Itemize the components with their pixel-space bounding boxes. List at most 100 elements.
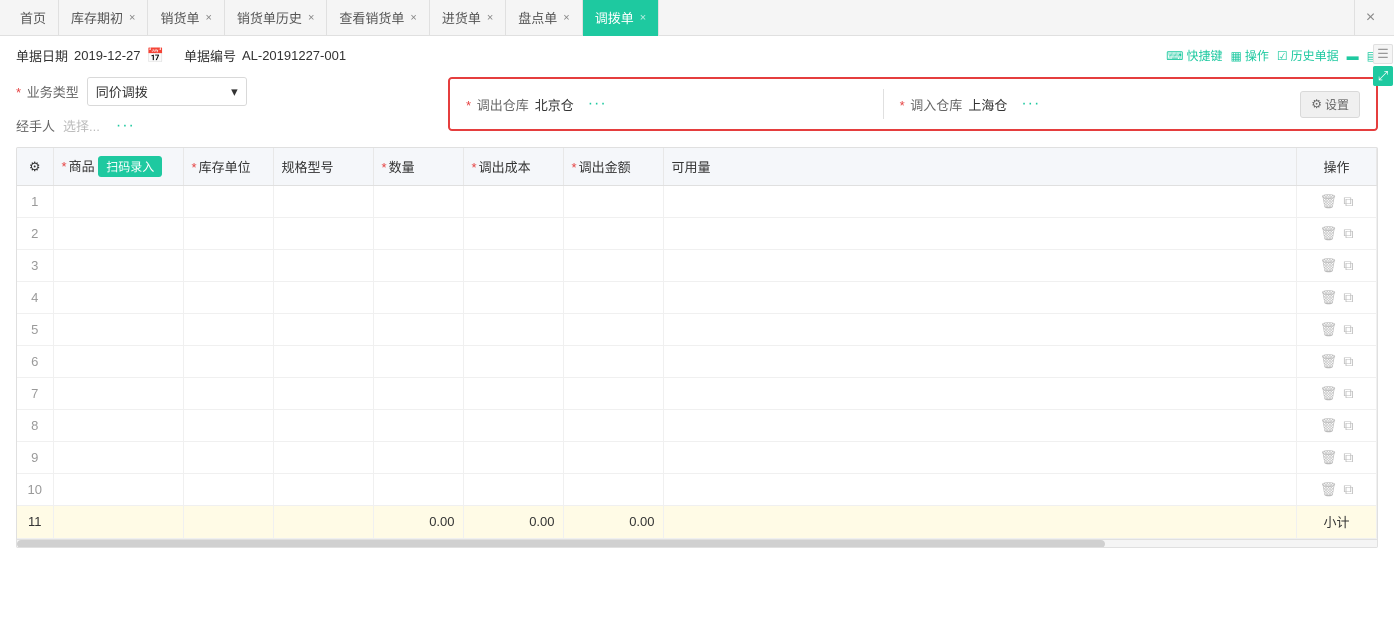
product-cell[interactable] <box>53 410 183 442</box>
spec-cell[interactable] <box>273 218 373 250</box>
available-cell[interactable] <box>663 218 1297 250</box>
person-input[interactable]: 选择... <box>63 116 100 135</box>
close-icon[interactable]: × <box>308 12 314 24</box>
close-icon[interactable]: × <box>487 12 493 24</box>
cost-cell[interactable] <box>463 250 563 282</box>
product-cell[interactable] <box>53 474 183 506</box>
layout-button-1[interactable]: ▬ <box>1347 49 1359 63</box>
amount-cell[interactable] <box>563 218 663 250</box>
qty-cell[interactable] <box>373 442 463 474</box>
window-close-button[interactable]: × <box>1354 0 1386 36</box>
tab-inventory-init[interactable]: 库存期初 × <box>59 0 148 36</box>
delete-icon[interactable]: 🗑 <box>1320 417 1338 434</box>
warehouse-out-more-icon[interactable]: ··· <box>588 95 607 113</box>
copy-icon[interactable]: ⧉ <box>1343 257 1353 274</box>
copy-icon[interactable]: ⧉ <box>1343 193 1353 210</box>
amount-cell[interactable] <box>563 410 663 442</box>
close-icon[interactable]: × <box>563 12 569 24</box>
gear-column-header[interactable]: ⚙ <box>17 148 53 186</box>
cost-cell[interactable] <box>463 218 563 250</box>
cost-cell[interactable] <box>463 186 563 218</box>
copy-icon[interactable]: ⧉ <box>1343 225 1353 242</box>
available-cell[interactable] <box>663 282 1297 314</box>
unit-cell[interactable] <box>183 378 273 410</box>
copy-icon[interactable]: ⧉ <box>1343 353 1353 370</box>
spec-cell[interactable] <box>273 282 373 314</box>
spec-cell[interactable] <box>273 186 373 218</box>
close-icon[interactable]: × <box>640 12 646 24</box>
close-icon[interactable]: × <box>129 12 135 24</box>
spec-cell[interactable] <box>273 346 373 378</box>
close-icon[interactable]: × <box>205 12 211 24</box>
amount-cell[interactable] <box>563 474 663 506</box>
shortcuts-button[interactable]: ⌨ 快捷键 <box>1166 47 1222 64</box>
cost-cell[interactable] <box>463 442 563 474</box>
settings-button[interactable]: ⚙ 设置 <box>1300 91 1360 118</box>
copy-icon[interactable]: ⧉ <box>1343 321 1353 338</box>
tab-view-sales[interactable]: 查看销货单 × <box>327 0 429 36</box>
unit-cell[interactable] <box>183 410 273 442</box>
delete-icon[interactable]: 🗑 <box>1320 321 1338 338</box>
copy-icon[interactable]: ⧉ <box>1343 417 1353 434</box>
delete-icon[interactable]: 🗑 <box>1320 353 1338 370</box>
cost-cell[interactable] <box>463 314 563 346</box>
qty-cell[interactable] <box>373 474 463 506</box>
amount-cell[interactable] <box>563 314 663 346</box>
delete-icon[interactable]: 🗑 <box>1320 257 1338 274</box>
product-cell[interactable] <box>53 314 183 346</box>
unit-cell[interactable] <box>183 346 273 378</box>
available-cell[interactable] <box>663 378 1297 410</box>
tab-sales-history[interactable]: 销货单历史 × <box>225 0 327 36</box>
spec-cell[interactable] <box>273 442 373 474</box>
delete-icon[interactable]: 🗑 <box>1320 481 1338 498</box>
person-more-icon[interactable]: ··· <box>116 117 135 135</box>
qty-cell[interactable] <box>373 282 463 314</box>
delete-icon[interactable]: 🗑 <box>1320 449 1338 466</box>
tab-inventory-check[interactable]: 盘点单 × <box>506 0 582 36</box>
sidebar-expand-icon[interactable]: ⤢ <box>1373 66 1393 86</box>
qty-cell[interactable] <box>373 218 463 250</box>
delete-icon[interactable]: 🗑 <box>1320 289 1338 306</box>
cost-cell[interactable] <box>463 474 563 506</box>
tab-sales-order[interactable]: 销货单 × <box>148 0 224 36</box>
product-cell[interactable] <box>53 218 183 250</box>
available-cell[interactable] <box>663 314 1297 346</box>
qty-cell[interactable] <box>373 314 463 346</box>
product-cell[interactable] <box>53 250 183 282</box>
available-cell[interactable] <box>663 346 1297 378</box>
unit-cell[interactable] <box>183 250 273 282</box>
product-cell[interactable] <box>53 282 183 314</box>
scan-button[interactable]: 扫码录入 <box>98 156 162 177</box>
spec-cell[interactable] <box>273 474 373 506</box>
cost-cell[interactable] <box>463 282 563 314</box>
qty-cell[interactable] <box>373 378 463 410</box>
amount-cell[interactable] <box>563 282 663 314</box>
product-cell[interactable] <box>53 346 183 378</box>
qty-cell[interactable] <box>373 250 463 282</box>
amount-cell[interactable] <box>563 186 663 218</box>
copy-icon[interactable]: ⧉ <box>1343 481 1353 498</box>
available-cell[interactable] <box>663 250 1297 282</box>
qty-cell[interactable] <box>373 186 463 218</box>
scroll-thumb[interactable] <box>17 540 1105 548</box>
copy-icon[interactable]: ⧉ <box>1343 385 1353 402</box>
qty-cell[interactable] <box>373 346 463 378</box>
unit-cell[interactable] <box>183 474 273 506</box>
calendar-icon[interactable]: 📅 <box>147 47 164 64</box>
unit-cell[interactable] <box>183 186 273 218</box>
amount-cell[interactable] <box>563 346 663 378</box>
amount-cell[interactable] <box>563 442 663 474</box>
amount-cell[interactable] <box>563 378 663 410</box>
operations-button[interactable]: ▦ 操作 <box>1231 47 1269 64</box>
cost-cell[interactable] <box>463 410 563 442</box>
delete-icon[interactable]: 🗑 <box>1320 193 1338 210</box>
unit-cell[interactable] <box>183 314 273 346</box>
spec-cell[interactable] <box>273 410 373 442</box>
spec-cell[interactable] <box>273 314 373 346</box>
qty-cell[interactable] <box>373 410 463 442</box>
unit-cell[interactable] <box>183 282 273 314</box>
delete-icon[interactable]: 🗑 <box>1320 225 1338 242</box>
spec-cell[interactable] <box>273 250 373 282</box>
product-cell[interactable] <box>53 442 183 474</box>
spec-cell[interactable] <box>273 378 373 410</box>
